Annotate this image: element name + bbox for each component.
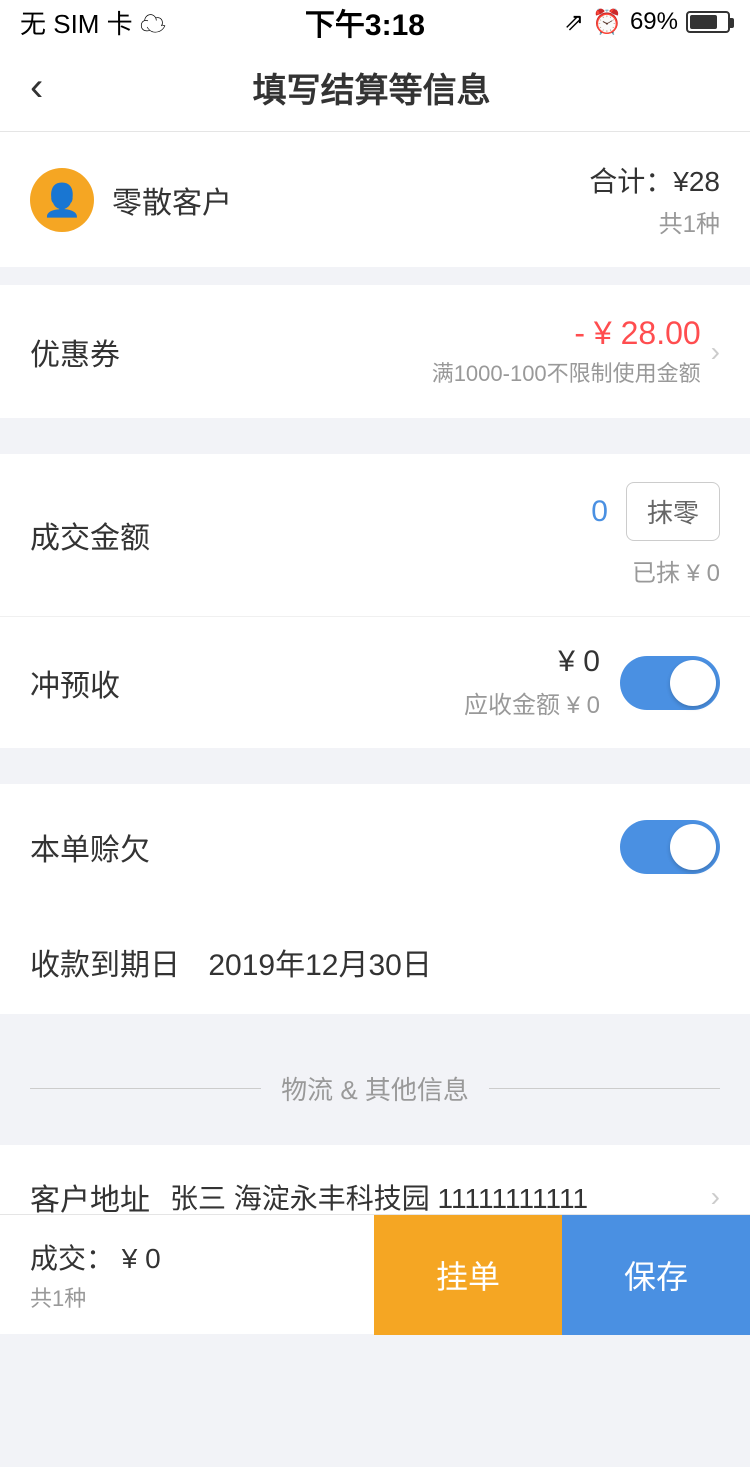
coupon-row[interactable]: 优惠券 - ¥ 28.00 满1000-100不限制使用金额 ›	[0, 285, 750, 418]
bottom-info: 成交： ¥ 0 共1种	[0, 1215, 374, 1334]
address-label: 客户地址	[30, 1175, 150, 1219]
prepayment-value: ¥ 0	[464, 645, 600, 679]
customer-row: 👤 零散客户 合计：¥28 共1种	[0, 132, 750, 267]
status-left: 无 SIM 卡 ☁	[20, 4, 166, 41]
prepayment-toggle[interactable]	[620, 656, 720, 710]
bottom-deal: 成交： ¥ 0	[30, 1237, 344, 1277]
logistics-section: 物流 & 其他信息	[0, 1050, 750, 1127]
chevron-right-icon: ›	[711, 336, 720, 368]
address-value: 张三 海淀永丰科技园 11111111111	[170, 1177, 701, 1217]
pending-button[interactable]: 挂单	[374, 1215, 562, 1335]
section-divider-3	[0, 1032, 750, 1050]
debit-toggle[interactable]	[620, 820, 720, 874]
customer-info: 👤 零散客户	[30, 168, 232, 232]
due-date-label: 收款到期日	[30, 949, 180, 982]
divider-line-left	[30, 1088, 261, 1089]
sim-label: 无 SIM 卡 ☁	[20, 4, 166, 41]
coupon-desc: 满1000-100不限制使用金额	[432, 356, 701, 388]
divider-line-right	[489, 1088, 720, 1089]
alarm-icon: ⏰	[592, 8, 622, 37]
logistics-divider: 物流 & 其他信息	[0, 1070, 750, 1107]
total-count: 共1种	[589, 204, 720, 239]
prepayment-sub: 应收金额 ¥ 0	[464, 685, 600, 720]
coupon-label: 优惠券	[30, 330, 120, 374]
deal-label: 成交：	[30, 1243, 114, 1274]
save-button[interactable]: 保存	[562, 1215, 750, 1335]
transaction-label: 成交金额	[30, 513, 150, 557]
debit-row: 本单赊欠	[0, 784, 750, 910]
page-title: 填写结算等信息	[63, 63, 680, 112]
transaction-value: 0	[591, 495, 608, 529]
section-divider	[0, 436, 750, 454]
prepayment-row: 冲预收 ¥ 0 应收金额 ¥ 0	[0, 617, 750, 748]
transaction-sub: 已抹 ¥ 0	[632, 553, 720, 588]
avatar: 👤	[30, 168, 94, 232]
coupon-discount: - ¥ 28.00	[432, 315, 701, 352]
nav-bar: ‹ 填写结算等信息	[0, 44, 750, 132]
prepayment-label: 冲预收	[30, 661, 120, 705]
logistics-label: 物流 & 其他信息	[261, 1070, 489, 1107]
bottom-count: 共1种	[30, 1281, 344, 1313]
coupon-card[interactable]: 优惠券 - ¥ 28.00 满1000-100不限制使用金额 ›	[0, 285, 750, 418]
due-date-row: 收款到期日 2019年12月30日	[0, 910, 750, 1014]
bottom-bar: 成交： ¥ 0 共1种 挂单 保存	[0, 1214, 750, 1334]
status-time: 下午3:18	[305, 0, 425, 44]
total-amount: 合计：¥28	[589, 160, 720, 200]
transaction-right: 0 抹零	[591, 482, 720, 541]
form-section: 成交金额 0 抹零 已抹 ¥ 0 冲预收 ¥ 0 应收金额 ¥ 0	[0, 454, 750, 748]
transaction-row: 成交金额 0 抹零 已抹 ¥ 0	[0, 454, 750, 617]
round-zero-button[interactable]: 抹零	[626, 482, 720, 541]
deal-amount: ¥ 0	[122, 1243, 161, 1274]
battery-icon	[686, 11, 730, 33]
customer-name: 零散客户	[112, 178, 232, 222]
back-button[interactable]: ‹	[30, 65, 43, 110]
address-chevron-icon: ›	[711, 1181, 720, 1213]
status-right: ⇗ ⏰ 69%	[564, 8, 730, 37]
section-divider-2	[0, 766, 750, 784]
due-date-value: 2019年12月30日	[208, 949, 431, 982]
location-icon: ⇗	[564, 8, 584, 37]
debit-section: 本单赊欠 收款到期日 2019年12月30日	[0, 784, 750, 1014]
debit-label: 本单赊欠	[30, 825, 150, 869]
customer-total: 合计：¥28 共1种	[589, 160, 720, 239]
battery-percent: 69%	[630, 8, 678, 36]
status-bar: 无 SIM 卡 ☁ 下午3:18 ⇗ ⏰ 69%	[0, 0, 750, 44]
coupon-right: - ¥ 28.00 满1000-100不限制使用金额 ›	[432, 315, 720, 388]
